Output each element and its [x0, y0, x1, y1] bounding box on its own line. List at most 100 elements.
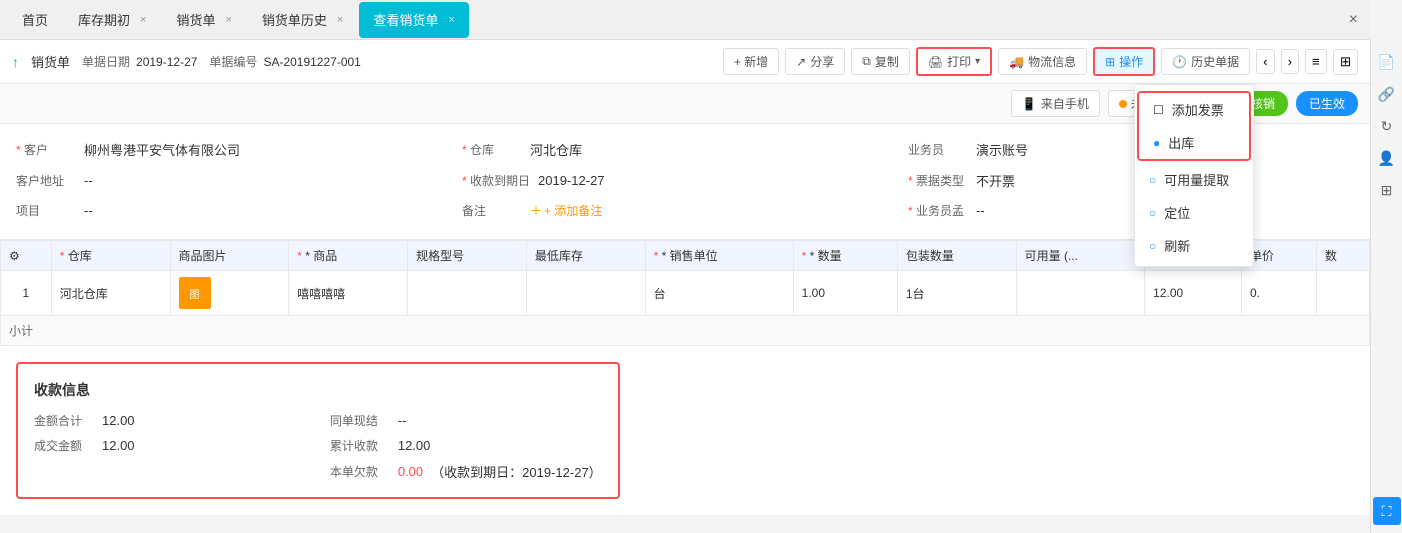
- close-main-button[interactable]: ×: [1349, 11, 1358, 29]
- subtotal-label: 小计: [1, 316, 1370, 346]
- dropdown-outbound[interactable]: ● 出库: [1139, 126, 1249, 159]
- arrears-date: 2019-12-27: [522, 465, 589, 480]
- warehouse-value: 河北仓库: [530, 140, 582, 159]
- view-grid-button[interactable]: ⊞: [1333, 49, 1358, 75]
- transaction-label: 成交金额: [34, 437, 94, 454]
- address-label: 客户地址: [16, 172, 76, 189]
- sidebar-refresh-icon[interactable]: ↻: [1373, 112, 1401, 140]
- sidebar-link-icon[interactable]: 🔗: [1373, 80, 1401, 108]
- history-button[interactable]: 🕐 历史单据: [1161, 48, 1250, 75]
- note-label: 备注: [462, 202, 522, 219]
- employee-value: 演示账号: [976, 140, 1028, 159]
- sales-employee-label: 业务员孟: [908, 202, 968, 219]
- payment-info-grid: 金额合计 12.00 同单现结 -- 成交金额 12.00 累计收款 12.00: [34, 412, 602, 481]
- print-label: 打印: [947, 53, 971, 70]
- dropdown-get-available[interactable]: ○ 可用量提取: [1135, 163, 1253, 196]
- row-available: [1016, 271, 1145, 316]
- view-list-button[interactable]: ≡: [1305, 49, 1327, 74]
- toolbar-number-field: 单据编号 SA-20191227-001: [209, 53, 360, 70]
- from-phone-button[interactable]: 📱 来自手机: [1011, 90, 1100, 117]
- logistics-button[interactable]: 🚚 物流信息: [998, 48, 1087, 75]
- th-product: * 商品: [289, 241, 408, 271]
- add-invoice-label: 添加发票: [1172, 100, 1224, 119]
- new-button[interactable]: + 新增: [723, 48, 779, 75]
- number-label: 单据编号: [209, 53, 257, 70]
- row-stock: 12.00: [1145, 271, 1242, 316]
- th-sales-unit: * 销售单位: [645, 241, 793, 271]
- copy-button[interactable]: ⧉ 复制: [851, 48, 910, 75]
- arrears-label: 本单欠款: [330, 463, 390, 480]
- history-icon: 🕐: [1172, 55, 1187, 69]
- tab-sales-history-label: 销货单历史: [262, 10, 327, 29]
- add-note-label: + 添加备注: [544, 202, 602, 219]
- address-field: 客户地址 --: [16, 172, 462, 189]
- toolbar: ↑ 销货单 单据日期 2019-12-27 单据编号 SA-20191227-0…: [0, 40, 1370, 84]
- row-amount: [1316, 271, 1369, 316]
- effective-button[interactable]: 已生效: [1296, 91, 1358, 116]
- transaction-row: 成交金额 12.00: [34, 437, 306, 454]
- row-min-stock: [526, 271, 645, 316]
- sidebar-user-icon[interactable]: 👤: [1373, 144, 1401, 172]
- dropdown-add-invoice[interactable]: ☐ 添加发票: [1139, 93, 1249, 126]
- dropdown-refresh[interactable]: ○ 刷新: [1135, 229, 1253, 262]
- tab-sales-history-close[interactable]: ×: [337, 14, 343, 26]
- th-amount: 数: [1316, 241, 1369, 271]
- refresh-icon: ○: [1149, 239, 1156, 253]
- add-invoice-icon: ☐: [1153, 103, 1164, 117]
- dropdown-locate[interactable]: ○ 定位: [1135, 196, 1253, 229]
- row-unit-price: 0.: [1242, 271, 1317, 316]
- nav-prev-button[interactable]: ‹: [1256, 49, 1274, 74]
- tab-sales-history[interactable]: 销货单历史 ×: [248, 2, 357, 38]
- total-row: 金额合计 12.00: [34, 412, 306, 429]
- customer-value: 柳州粤港平安气体有限公司: [84, 140, 240, 159]
- row-pack-qty: 1台: [897, 271, 1016, 316]
- sidebar-extra-icon[interactable]: ⊞: [1373, 176, 1401, 204]
- print-button[interactable]: 🖨 打印 ▾: [916, 47, 992, 76]
- th-warehouse: 仓库: [51, 241, 170, 271]
- table-row: 1 河北仓库 图 嘻嘻嘻嘻 台 1.00 1台 12.00 0.: [1, 271, 1370, 316]
- warehouse-label: 仓库: [462, 141, 522, 158]
- doc-type-label: 销货单: [31, 52, 70, 71]
- print-icon: 🖨: [928, 55, 943, 69]
- outbound-icon: ●: [1153, 136, 1160, 150]
- operate-label: 操作: [1119, 53, 1143, 70]
- refresh-label: 刷新: [1164, 236, 1190, 255]
- tab-sales[interactable]: 销货单 ×: [162, 2, 245, 38]
- th-quantity: * 数量: [793, 241, 897, 271]
- nav-next-button[interactable]: ›: [1281, 49, 1299, 74]
- transaction-value: 12.00: [102, 438, 135, 453]
- add-note-icon: ＋: [530, 202, 542, 219]
- same-order-row: 同单现结 --: [330, 412, 602, 429]
- not-opened-dot: [1119, 100, 1127, 108]
- sidebar-doc-icon[interactable]: 📄: [1373, 48, 1401, 76]
- row-spec: [408, 271, 527, 316]
- sales-employee-field: 业务员孟 --: [908, 202, 1354, 219]
- project-label: 项目: [16, 202, 76, 219]
- employee-field: 业务员 演示账号: [908, 140, 1354, 159]
- tab-inventory[interactable]: 库存期初 ×: [64, 2, 160, 38]
- cumulative-label: 累计收款: [330, 437, 390, 454]
- tab-home[interactable]: 首页: [8, 2, 62, 38]
- due-date-value: 2019-12-27: [538, 173, 605, 188]
- operate-button[interactable]: ⊞ 操作: [1093, 47, 1155, 76]
- add-note-button[interactable]: ＋ + 添加备注: [530, 202, 602, 219]
- customer-label: 客户: [16, 141, 76, 158]
- tab-view-sales[interactable]: 查看销货单 ×: [359, 2, 468, 38]
- share-icon: ↗: [796, 55, 806, 69]
- tab-view-sales-close[interactable]: ×: [448, 14, 454, 26]
- same-order-label: 同单现结: [330, 412, 390, 429]
- tab-home-label: 首页: [22, 10, 48, 29]
- share-button[interactable]: ↗ 分享: [785, 48, 845, 75]
- row-product-img: 图: [170, 271, 289, 316]
- row-quantity: 1.00: [793, 271, 897, 316]
- tab-sales-close[interactable]: ×: [225, 14, 231, 26]
- tab-inventory-close[interactable]: ×: [140, 14, 146, 26]
- locate-label: 定位: [1164, 203, 1190, 222]
- th-settings[interactable]: ⚙: [1, 241, 52, 271]
- sidebar-expand-icon[interactable]: ⛶: [1373, 497, 1401, 525]
- copy-icon: ⧉: [862, 54, 871, 69]
- warehouse-field: 仓库 河北仓库: [462, 140, 908, 159]
- row-product: 嘻嘻嘻嘻: [289, 271, 408, 316]
- due-date-label: 收款到期日: [462, 172, 530, 189]
- total-label: 金额合计: [34, 412, 94, 429]
